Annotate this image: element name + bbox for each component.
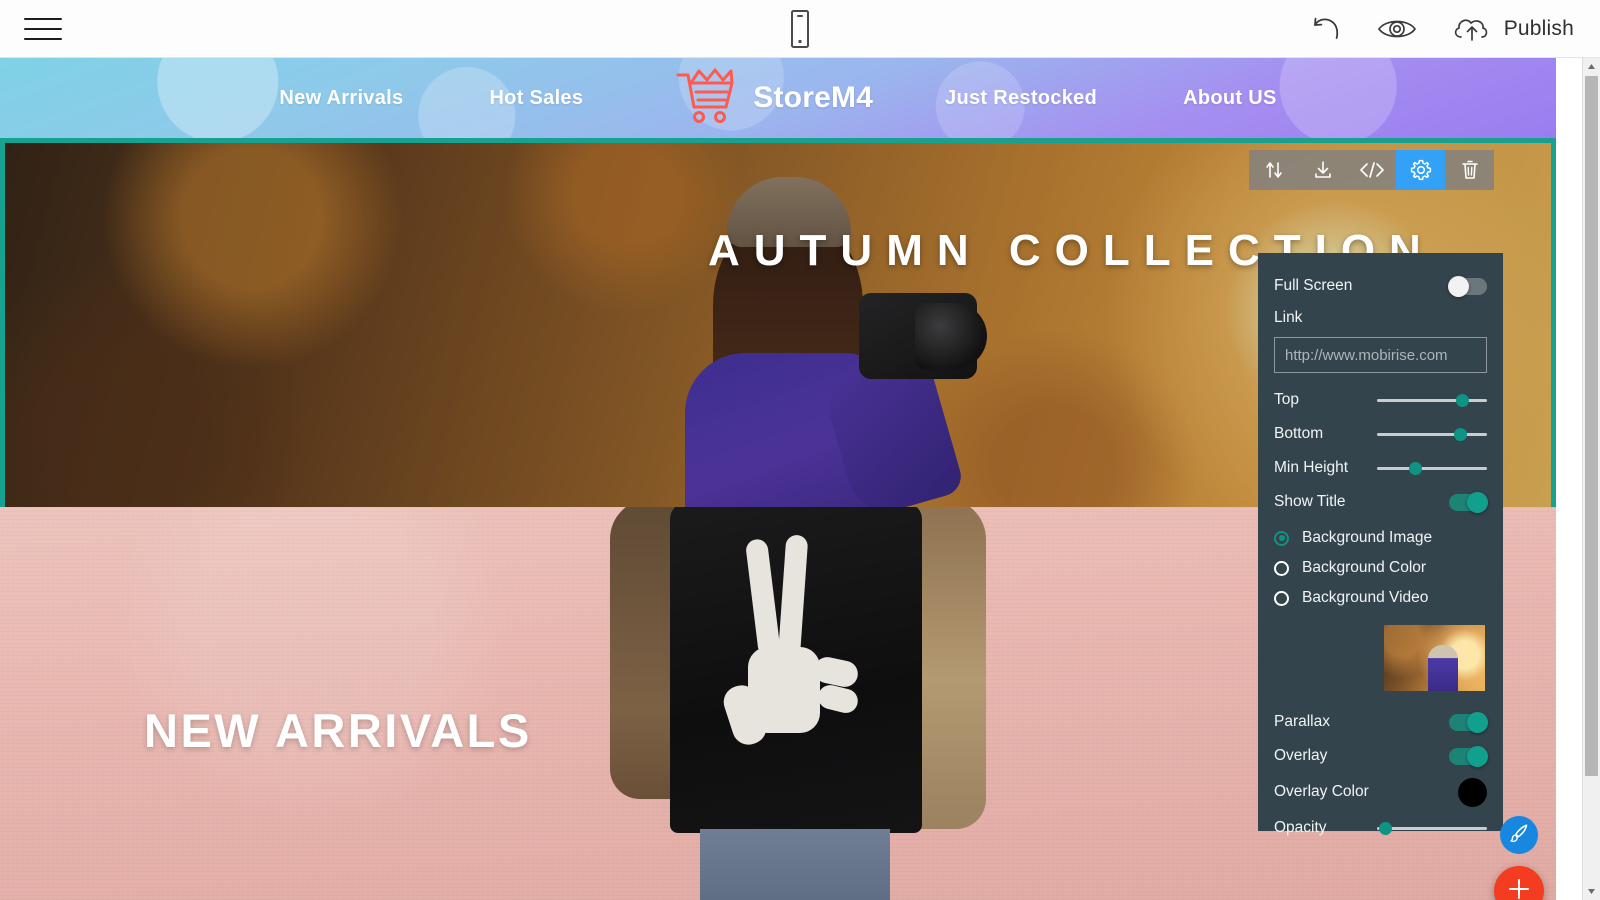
overlay-toggle[interactable] [1449, 745, 1488, 767]
radio-background-image[interactable]: Background Image [1258, 523, 1503, 553]
scroll-down-arrow-icon[interactable] [1583, 883, 1600, 900]
plus-icon [1506, 876, 1532, 900]
link-label: Link [1274, 309, 1303, 326]
radio-button[interactable] [1274, 530, 1289, 546]
code-brackets-icon[interactable] [1347, 150, 1396, 190]
setting-overlay: Overlay [1258, 739, 1503, 773]
setting-bottom: Bottom [1258, 417, 1503, 451]
radio-label: Background Color [1302, 559, 1427, 576]
publish-label: Publish [1503, 17, 1574, 40]
slider-track [1377, 399, 1487, 402]
full-screen-label: Full Screen [1274, 277, 1353, 294]
model-jeans [700, 829, 890, 900]
slider-thumb[interactable] [1454, 428, 1467, 441]
application-top-bar: Publish [0, 0, 1600, 58]
site-navigation-bar[interactable]: New Arrivals Hot Sales StoreM4 Just Rest… [0, 58, 1556, 138]
hamburger-menu-icon[interactable] [24, 12, 62, 46]
radio-label: Background Video [1302, 589, 1429, 606]
download-icon[interactable] [1298, 150, 1347, 190]
skeleton-peace-sign-graphic [719, 534, 872, 785]
hamburger-line [24, 28, 62, 30]
block-toolbar[interactable] [1249, 150, 1494, 190]
full-screen-toggle[interactable] [1448, 275, 1487, 297]
top-label: Top [1274, 391, 1299, 408]
radio-button[interactable] [1274, 590, 1289, 606]
radio-background-video[interactable]: Background Video [1258, 583, 1503, 613]
cloud-upload-icon [1451, 14, 1493, 44]
opacity-slider[interactable] [1377, 818, 1487, 838]
radio-background-color[interactable]: Background Color [1258, 553, 1503, 583]
publish-button[interactable]: Publish [1451, 14, 1574, 44]
toggle-knob [1448, 275, 1469, 297]
toggle-knob [1467, 745, 1488, 767]
parallax-label: Parallax [1274, 713, 1330, 730]
slider-track [1377, 433, 1487, 436]
nav-links-right: Just Restocked About US [945, 87, 1277, 110]
overlay-color-label: Overlay Color [1274, 783, 1369, 800]
setting-min-height: Min Height [1258, 451, 1503, 485]
shopping-cart-icon [675, 67, 737, 130]
scroll-up-arrow-icon[interactable] [1583, 58, 1600, 75]
app-bar-actions: Publish [1309, 0, 1574, 58]
nav-link-just-restocked[interactable]: Just Restocked [945, 87, 1097, 110]
site-preview-canvas[interactable]: New Arrivals Hot Sales StoreM4 Just Rest… [0, 58, 1556, 900]
min-height-label: Min Height [1274, 459, 1349, 476]
background-image-thumbnail[interactable] [1384, 625, 1485, 691]
setting-link: Link [1258, 303, 1503, 333]
setting-parallax: Parallax [1258, 705, 1503, 739]
new-arrivals-title[interactable]: NEW ARRIVALS [144, 703, 532, 758]
show-title-label: Show Title [1274, 493, 1346, 510]
setting-opacity: Opacity [1258, 811, 1503, 845]
gear-icon[interactable] [1396, 150, 1445, 190]
show-title-toggle[interactable] [1449, 491, 1488, 513]
overlay-label: Overlay [1274, 747, 1328, 764]
setting-show-title: Show Title [1258, 485, 1503, 519]
paintbrush-icon [1508, 822, 1530, 849]
block-settings-panel[interactable]: Full Screen Link Top Bottom Min Height [1258, 253, 1503, 836]
site-style-button[interactable] [1500, 816, 1538, 854]
hamburger-line [24, 18, 62, 20]
toggle-knob [1467, 491, 1488, 513]
setting-top: Top [1258, 383, 1503, 417]
undo-icon[interactable] [1309, 15, 1343, 43]
radio-button[interactable] [1274, 560, 1289, 576]
nav-link-new-arrivals[interactable]: New Arrivals [279, 87, 403, 110]
nav-link-hot-sales[interactable]: Hot Sales [489, 87, 583, 110]
toggle-knob [1467, 711, 1488, 733]
top-slider[interactable] [1377, 390, 1487, 410]
nav-link-about-us[interactable]: About US [1183, 87, 1277, 110]
mobile-preview-icon[interactable] [787, 9, 813, 54]
parallax-toggle[interactable] [1449, 711, 1488, 733]
slider-thumb[interactable] [1408, 462, 1422, 475]
link-input[interactable] [1274, 337, 1487, 373]
min-height-slider[interactable] [1377, 458, 1487, 478]
eye-preview-icon[interactable] [1377, 15, 1417, 43]
trash-icon[interactable] [1445, 150, 1494, 190]
slider-track [1377, 827, 1487, 830]
scrollbar-thumb[interactable] [1585, 76, 1598, 776]
slider-thumb[interactable] [1379, 822, 1393, 835]
setting-full-screen: Full Screen [1258, 269, 1503, 303]
nav-links-left: New Arrivals Hot Sales [279, 87, 583, 110]
site-brand[interactable]: StoreM4 [675, 67, 873, 130]
slider-track [1377, 467, 1487, 470]
overlay-color-swatch[interactable] [1458, 777, 1487, 807]
thumbnail-figure [1428, 645, 1459, 691]
bottom-label: Bottom [1274, 425, 1324, 442]
radio-label: Background Image [1302, 529, 1433, 546]
move-block-icon[interactable] [1249, 150, 1298, 190]
brand-name: StoreM4 [753, 81, 874, 114]
slider-thumb[interactable] [1456, 394, 1470, 407]
vertical-scrollbar[interactable] [1582, 58, 1600, 900]
setting-overlay-color: Overlay Color [1258, 773, 1503, 811]
hamburger-line [24, 38, 62, 40]
model-figure [604, 507, 986, 900]
opacity-label: Opacity [1274, 819, 1327, 836]
bottom-slider[interactable] [1377, 424, 1487, 444]
